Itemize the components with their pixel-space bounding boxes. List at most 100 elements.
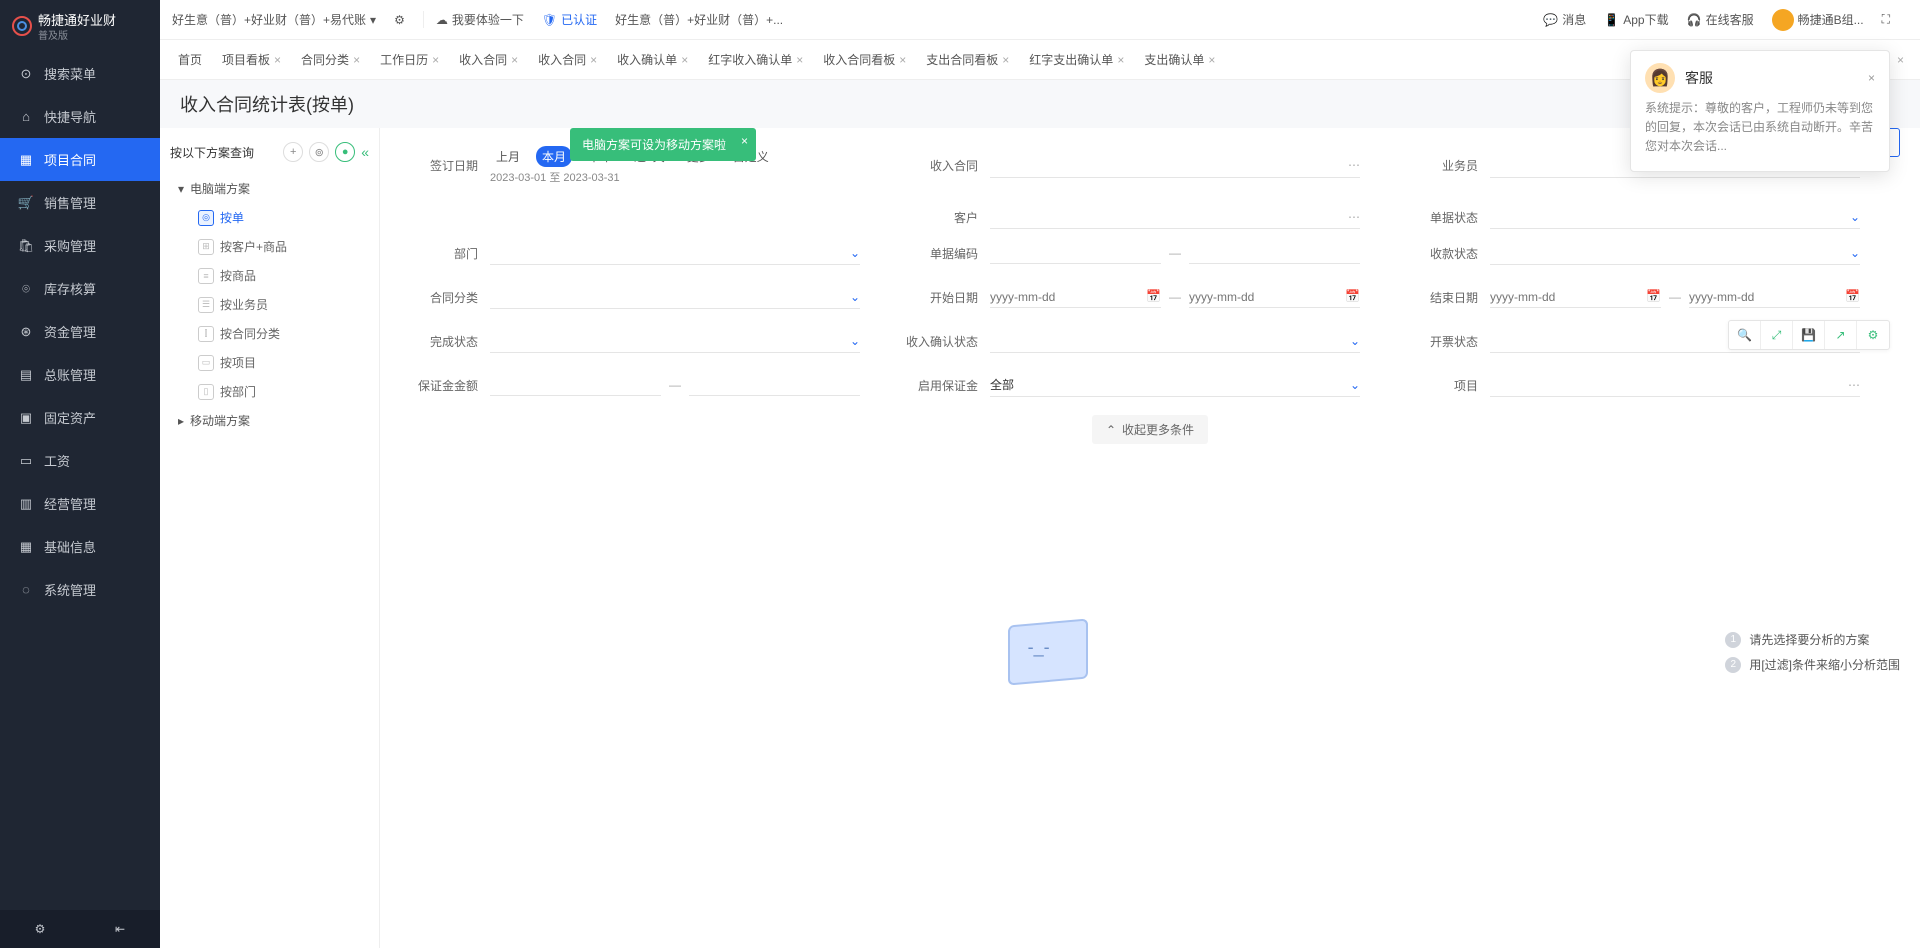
tree-group-pc[interactable]: ▾电脑端方案 — [160, 174, 379, 203]
sidebar-item-system[interactable]: ◌系统管理 — [0, 568, 160, 611]
tab-home[interactable]: 首页 — [168, 40, 212, 79]
sidebar-item-salary[interactable]: ▭工资 — [0, 439, 160, 482]
add-scheme-button[interactable]: + — [283, 142, 303, 162]
sidebar-item-stock[interactable]: ⌾库存核算 — [0, 267, 160, 310]
confirm-status-select[interactable]: ⌄ — [990, 329, 1360, 353]
collapse-filters-button[interactable]: ⌃收起更多条件 — [1092, 415, 1208, 444]
ft-export-button[interactable]: ↗ — [1825, 321, 1857, 349]
tree-leaf-by-customer-product[interactable]: ⊞按客户+商品 — [160, 232, 379, 261]
tab-contract-class[interactable]: 合同分类× — [291, 40, 370, 79]
tree-leaf-by-salesman[interactable]: ☰按业务员 — [160, 290, 379, 319]
tab-expense-confirm[interactable]: 支出确认单× — [1134, 40, 1225, 79]
topbar-gear[interactable]: ⚙ — [394, 13, 405, 27]
tab-red-expense-confirm[interactable]: 红字支出确认单× — [1019, 40, 1134, 79]
tree-leaf-by-contract-class[interactable]: ⫿按合同分类 — [160, 319, 379, 348]
calendar-icon[interactable]: 📅 — [1646, 289, 1661, 303]
bill-status-select[interactable]: ⌄ — [1490, 205, 1860, 229]
customer-input[interactable]: ⋯ — [990, 205, 1360, 229]
collapse-sidebar-button[interactable]: ⇤ — [80, 910, 160, 948]
more-icon[interactable]: ⋯ — [1348, 158, 1360, 172]
close-icon[interactable]: × — [796, 53, 803, 67]
contract-class-select[interactable]: ⌄ — [490, 285, 860, 309]
tree-leaf-by-project[interactable]: ▭按项目 — [160, 348, 379, 377]
deposit-from[interactable] — [490, 375, 661, 396]
bill-no-from[interactable] — [990, 243, 1161, 264]
tab-expense-board[interactable]: 支出合同看板× — [916, 40, 1019, 79]
sidebar-item-fund[interactable]: ⊛资金管理 — [0, 310, 160, 353]
income-contract-input[interactable]: ⋯ — [990, 154, 1360, 178]
product-combo-dropdown[interactable]: 好生意（普）+好业财（普）+易代账▾ — [172, 11, 376, 28]
close-icon[interactable]: × — [681, 53, 688, 67]
tab-income-contract-2[interactable]: 收入合同× — [528, 40, 607, 79]
tree-leaf-by-bill[interactable]: ◎按单 — [160, 203, 379, 232]
start-date-to[interactable]: 📅 — [1189, 287, 1360, 308]
app-download-button[interactable]: 📱App下载 — [1604, 11, 1668, 28]
calendar-icon[interactable]: 📅 — [1845, 289, 1860, 303]
message-button[interactable]: 💬消息 — [1543, 11, 1586, 28]
tab-income-contract-1[interactable]: 收入合同× — [449, 40, 528, 79]
cs-title: 客服 — [1685, 68, 1713, 88]
tree-leaf-by-product[interactable]: ≡按商品 — [160, 261, 379, 290]
collapse-scheme-button[interactable]: « — [361, 144, 369, 160]
scheme-setting-button[interactable]: ⊚ — [309, 142, 329, 162]
close-icon[interactable]: × — [432, 53, 439, 67]
end-date-from[interactable]: 📅 — [1490, 287, 1661, 308]
empty-illustration: -_- — [988, 592, 1108, 692]
sidebar-item-project-contract[interactable]: ▦项目合同 — [0, 138, 160, 181]
sidebar-item-search[interactable]: ⊙搜索菜单 — [0, 52, 160, 95]
tab-income-board[interactable]: 收入合同看板× — [813, 40, 916, 79]
dq-last-month[interactable]: 上月 — [490, 146, 526, 167]
scheme-sync-button[interactable]: ● — [335, 142, 355, 162]
tree-leaf-by-dept[interactable]: ▯按部门 — [160, 377, 379, 406]
tree-group-mobile[interactable]: ▸移动端方案 — [160, 406, 379, 435]
sidebar-item-biz[interactable]: ▥经营管理 — [0, 482, 160, 525]
close-icon[interactable]: × — [274, 53, 281, 67]
sidebar-item-sales[interactable]: 🛒销售管理 — [0, 181, 160, 224]
online-service-button[interactable]: 🎧在线客服 — [1687, 11, 1754, 28]
calendar-icon[interactable]: 📅 — [1146, 289, 1161, 303]
tab-work-calendar[interactable]: 工作日历× — [370, 40, 449, 79]
complete-status-select[interactable]: ⌄ — [490, 329, 860, 353]
sidebar-item-asset[interactable]: ▣固定资产 — [0, 396, 160, 439]
bill-no-to[interactable] — [1189, 243, 1360, 264]
more-icon[interactable]: ⋯ — [1848, 378, 1860, 392]
close-tip-button[interactable]: × — [741, 134, 748, 148]
sidebar-item-base[interactable]: ▦基础信息 — [0, 525, 160, 568]
receipt-status-select[interactable]: ⌄ — [1490, 241, 1860, 265]
tab-income-confirm[interactable]: 收入确认单× — [607, 40, 698, 79]
tab-red-income-confirm[interactable]: 红字收入确认单× — [698, 40, 813, 79]
close-all-tabs-button[interactable]: × — [1889, 53, 1912, 67]
project-input[interactable]: ⋯ — [1490, 373, 1860, 397]
close-icon[interactable]: × — [353, 53, 360, 67]
filter-receipt-status: 收款状态 ⌄ — [1400, 241, 1860, 265]
close-icon[interactable]: × — [1117, 53, 1124, 67]
ft-settings-button[interactable]: ⚙ — [1857, 321, 1889, 349]
fullscreen-button[interactable]: ⛶ — [1882, 12, 1890, 27]
end-date-to[interactable]: 📅 — [1689, 287, 1860, 308]
use-deposit-select[interactable]: 全部⌄ — [990, 373, 1360, 397]
product-combo2[interactable]: 好生意（普）+好业财（普）+... — [615, 11, 783, 28]
cs-close-button[interactable]: × — [1868, 71, 1875, 85]
close-icon[interactable]: × — [1208, 53, 1215, 67]
certified-badge[interactable]: 🛡已认证 — [542, 11, 597, 28]
close-icon[interactable]: × — [899, 53, 906, 67]
ft-zoom-button[interactable]: 🔍 — [1729, 321, 1761, 349]
close-icon[interactable]: × — [1002, 53, 1009, 67]
try-button[interactable]: ☁我要体验一下 — [423, 11, 524, 28]
ft-save-button[interactable]: 💾 — [1793, 321, 1825, 349]
more-icon[interactable]: ⋯ — [1348, 210, 1360, 224]
settings-button[interactable]: ⚙ — [0, 910, 80, 948]
deposit-to[interactable] — [689, 375, 860, 396]
sidebar-item-ledger[interactable]: ▤总账管理 — [0, 353, 160, 396]
empty-step-1: 1请先选择要分析的方案 — [1725, 627, 1900, 652]
close-icon[interactable]: × — [590, 53, 597, 67]
sidebar-item-purchase[interactable]: 🛍采购管理 — [0, 224, 160, 267]
close-icon[interactable]: × — [511, 53, 518, 67]
sidebar-item-quicknav[interactable]: ⌂快捷导航 — [0, 95, 160, 138]
dept-select[interactable]: ⌄ — [490, 241, 860, 265]
ft-expand-button[interactable]: ⤢ — [1761, 321, 1793, 349]
start-date-from[interactable]: 📅 — [990, 287, 1161, 308]
tab-project-board[interactable]: 项目看板× — [212, 40, 291, 79]
user-menu[interactable]: 畅捷通B组... — [1772, 9, 1864, 31]
calendar-icon[interactable]: 📅 — [1345, 289, 1360, 303]
